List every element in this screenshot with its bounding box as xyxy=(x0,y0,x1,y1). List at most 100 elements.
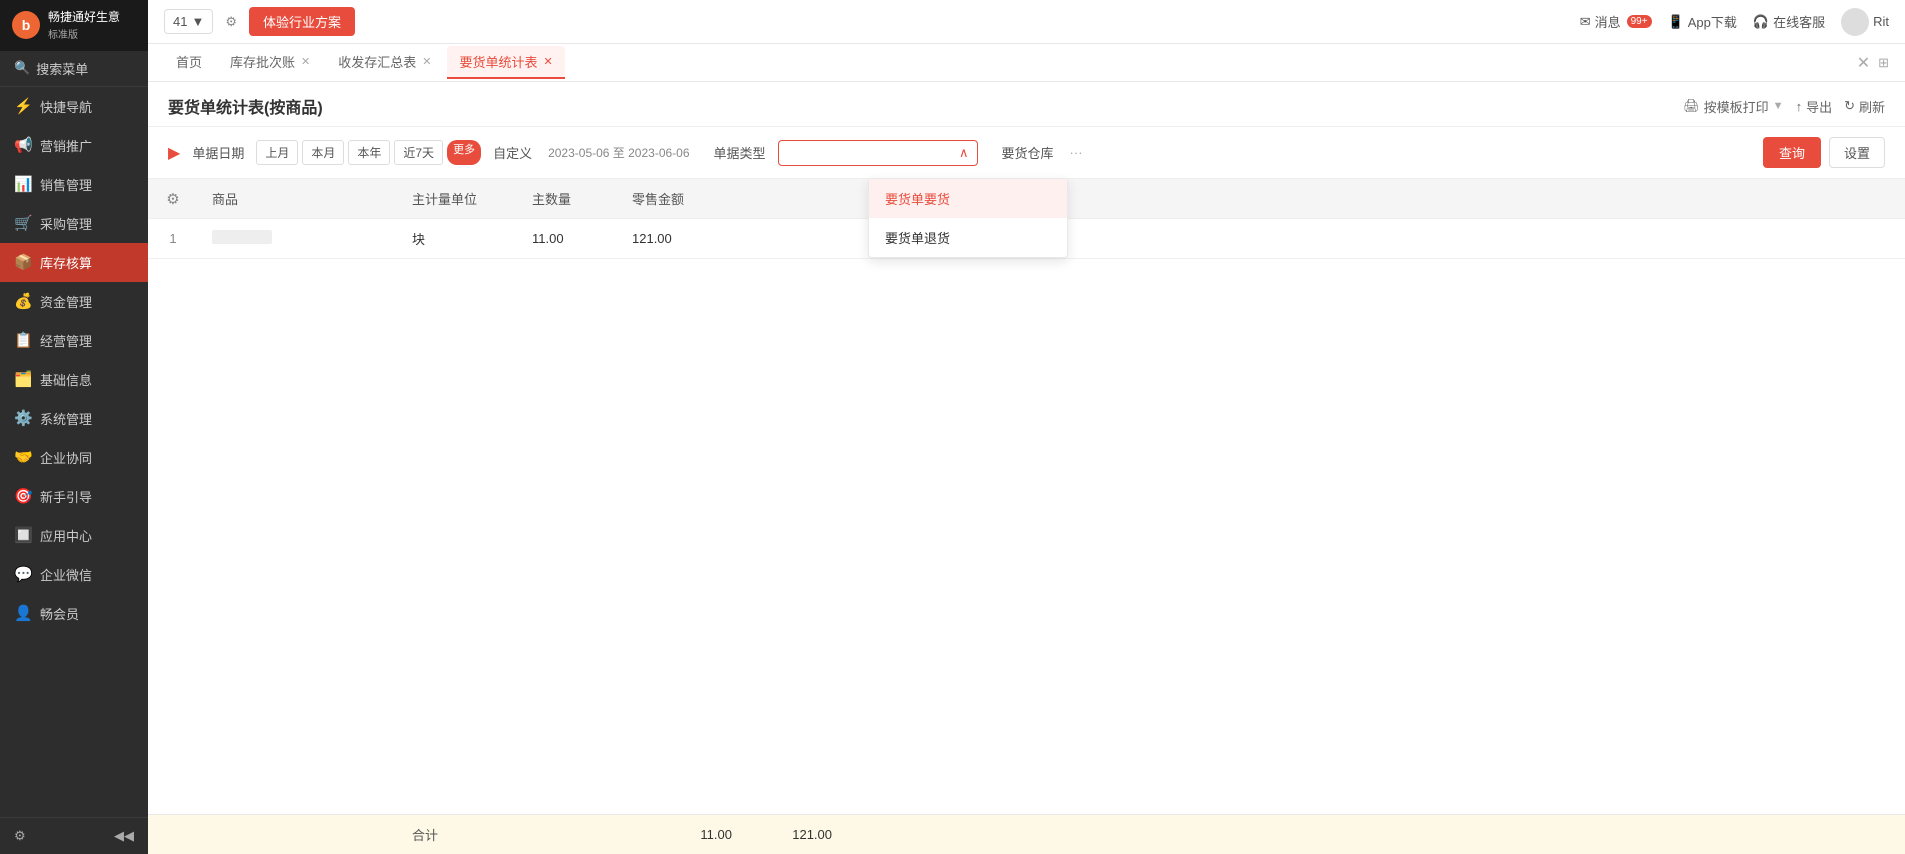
tab-receipt-summary-label: 收发存汇总表 xyxy=(338,52,416,71)
sidebar-item-label: 库存核算 xyxy=(40,253,92,272)
tab-order-stats-label: 要货单统计表 xyxy=(459,52,537,71)
store-name: 41 xyxy=(173,14,187,29)
sidebar-item-label: 快捷导航 xyxy=(40,97,92,116)
sidebar-item-member[interactable]: 👤 畅会员 xyxy=(0,594,148,633)
online-service-item[interactable]: 🎧 在线客服 xyxy=(1753,12,1825,31)
refresh-btn[interactable]: ↻ 刷新 xyxy=(1844,97,1885,116)
sidebar-item-finance[interactable]: 💰 资金管理 xyxy=(0,282,148,321)
print-btn[interactable]: 🖨 按模板打印 ▼ xyxy=(1683,97,1783,116)
type-select[interactable]: ∧ xyxy=(778,140,978,166)
message-icon: ✉ xyxy=(1580,14,1591,30)
app-download-label: App下载 xyxy=(1688,12,1737,31)
sidebar-nav: ⚡ 快捷导航 📢 营销推广 📊 销售管理 🛒 采购管理 📦 库存核算 💰 资金管… xyxy=(0,87,148,817)
sidebar-item-apps[interactable]: 🔲 应用中心 xyxy=(0,516,148,555)
query-button[interactable]: 查询 xyxy=(1763,137,1821,168)
tab-order-stats[interactable]: 要货单统计表 ✕ xyxy=(447,46,564,79)
table-area: ⚙ 商品 主计量单位 主数量 零售金额 1 xyxy=(148,179,1905,814)
collapse-icon[interactable]: ◀◀ xyxy=(114,828,134,844)
sidebar-item-wechat[interactable]: 💬 企业微信 xyxy=(0,555,148,594)
sidebar-bottom: ⚙ ◀◀ xyxy=(0,817,148,854)
sidebar: b 畅捷通好生意 标准版 🔍 搜索菜单 ⚡ 快捷导航 📢 营销推广 📊 销售管理… xyxy=(0,0,148,854)
logo-icon: b xyxy=(12,11,40,39)
sidebar-item-basic[interactable]: 🗂️ 基础信息 xyxy=(0,360,148,399)
page-header: 要货单统计表(按商品) 🖨 按模板打印 ▼ ↑ 导出 ↻ 刷新 xyxy=(148,82,1905,127)
sales-icon: 📊 xyxy=(14,175,32,193)
date-buttons: 上月 本月 本年 近7天 更多 xyxy=(256,140,481,165)
custom-date-label[interactable]: 自定义 xyxy=(493,143,532,162)
search-menu[interactable]: 🔍 搜索菜单 xyxy=(0,51,148,87)
member-icon: 👤 xyxy=(14,604,32,622)
tab-order-stats-close[interactable]: ✕ xyxy=(544,55,553,68)
store-selector[interactable]: 41 ▼ xyxy=(164,9,213,34)
sidebar-item-label: 新手引导 xyxy=(40,487,92,506)
header-left: 41 ▼ ⚙ 体验行业方案 xyxy=(164,7,355,36)
sidebar-item-purchase[interactable]: 🛒 采购管理 xyxy=(0,204,148,243)
col-gear: ⚙ xyxy=(148,179,198,219)
sidebar-item-marketing[interactable]: 📢 营销推广 xyxy=(0,126,148,165)
sidebar-item-shortcut[interactable]: ⚡ 快捷导航 xyxy=(0,87,148,126)
user-item[interactable]: Rit xyxy=(1841,8,1889,36)
sidebar-item-label: 畅会员 xyxy=(40,604,79,623)
sidebar-item-cooperation[interactable]: 🤝 企业协同 xyxy=(0,438,148,477)
filter-actions: 查询 设置 xyxy=(1763,137,1885,168)
settings-icon[interactable]: ⚙ xyxy=(14,828,26,844)
user-name: Rit xyxy=(1873,14,1889,29)
row-amount: 121.00 xyxy=(618,219,718,259)
tab-home[interactable]: 首页 xyxy=(164,46,214,79)
tab-inventory-batch[interactable]: 库存批次账 ✕ xyxy=(218,46,322,79)
message-item[interactable]: ✉ 消息 99+ xyxy=(1580,12,1652,31)
inventory-icon: 📦 xyxy=(14,253,32,271)
refresh-label: 刷新 xyxy=(1859,97,1885,116)
trial-button[interactable]: 体验行业方案 xyxy=(249,7,355,36)
guide-icon: 🎯 xyxy=(14,487,32,505)
dropdown-item-order-return[interactable]: 要货单退货 xyxy=(869,218,1067,257)
purchase-icon: 🛒 xyxy=(14,214,32,232)
tab-inventory-batch-close[interactable]: ✕ xyxy=(301,55,310,68)
settings-button[interactable]: 设置 xyxy=(1829,137,1885,168)
tab-close-all[interactable]: ✕ xyxy=(1857,53,1870,73)
wechat-icon: 💬 xyxy=(14,565,32,583)
date-btn-7days[interactable]: 近7天 xyxy=(394,140,443,165)
filter-bar: ▶ 单据日期 上月 本月 本年 近7天 更多 自定义 2023-05-06 至 … xyxy=(148,127,1905,179)
tab-maximize[interactable]: ⊞ xyxy=(1878,55,1889,71)
sidebar-item-label: 系统管理 xyxy=(40,409,92,428)
row-num: 1 xyxy=(148,219,198,259)
main-area: 41 ▼ ⚙ 体验行业方案 ✉ 消息 99+ 📱 App下载 🎧 在线客服 R xyxy=(148,0,1905,854)
type-label: 单据类型 xyxy=(714,143,766,162)
export-btn[interactable]: ↑ 导出 xyxy=(1796,97,1833,116)
print-label: 按模板打印 xyxy=(1704,97,1769,116)
apps-icon: 🔲 xyxy=(14,526,32,544)
footer-amount: 121.00 xyxy=(752,827,832,842)
sidebar-item-label: 采购管理 xyxy=(40,214,92,233)
sidebar-item-operation[interactable]: 📋 经营管理 xyxy=(0,321,148,360)
col-goods: 商品 xyxy=(198,179,398,219)
online-service-label: 在线客服 xyxy=(1773,12,1825,31)
app-download-item[interactable]: 📱 App下载 xyxy=(1668,12,1737,31)
row-qty: 11.00 xyxy=(518,219,618,259)
dropdown-item-order-goods[interactable]: 要货单要货 xyxy=(869,179,1067,218)
date-btn-last-month[interactable]: 上月 xyxy=(256,140,298,165)
settings-gear-icon[interactable]: ⚙ xyxy=(225,14,237,30)
filter-toggle[interactable]: ▶ xyxy=(168,143,180,163)
sidebar-item-label: 基础信息 xyxy=(40,370,92,389)
more-badge[interactable]: 更多 xyxy=(447,140,481,165)
sidebar-item-inventory[interactable]: 📦 库存核算 xyxy=(0,243,148,282)
cooperation-icon: 🤝 xyxy=(14,448,32,466)
tab-receipt-summary[interactable]: 收发存汇总表 ✕ xyxy=(326,46,443,79)
tab-receipt-summary-close[interactable]: ✕ xyxy=(422,55,431,68)
export-icon: ↑ xyxy=(1796,99,1803,114)
sidebar-item-sales[interactable]: 📊 销售管理 xyxy=(0,165,148,204)
col-qty: 主数量 xyxy=(518,179,618,219)
table-settings-icon[interactable]: ⚙ xyxy=(166,191,179,208)
date-btn-this-year[interactable]: 本年 xyxy=(348,140,390,165)
search-label: 搜索菜单 xyxy=(36,59,88,78)
sidebar-item-label: 销售管理 xyxy=(40,175,92,194)
warehouse-more-icon[interactable]: ··· xyxy=(1070,145,1083,160)
phone-icon: 📱 xyxy=(1668,14,1684,30)
export-label: 导出 xyxy=(1806,97,1832,116)
app-logo: b 畅捷通好生意 标准版 xyxy=(0,0,148,51)
sidebar-item-guide[interactable]: 🎯 新手引导 xyxy=(0,477,148,516)
date-btn-this-month[interactable]: 本月 xyxy=(302,140,344,165)
sidebar-item-system[interactable]: ⚙️ 系统管理 xyxy=(0,399,148,438)
page-actions: 🖨 按模板打印 ▼ ↑ 导出 ↻ 刷新 xyxy=(1683,97,1885,116)
